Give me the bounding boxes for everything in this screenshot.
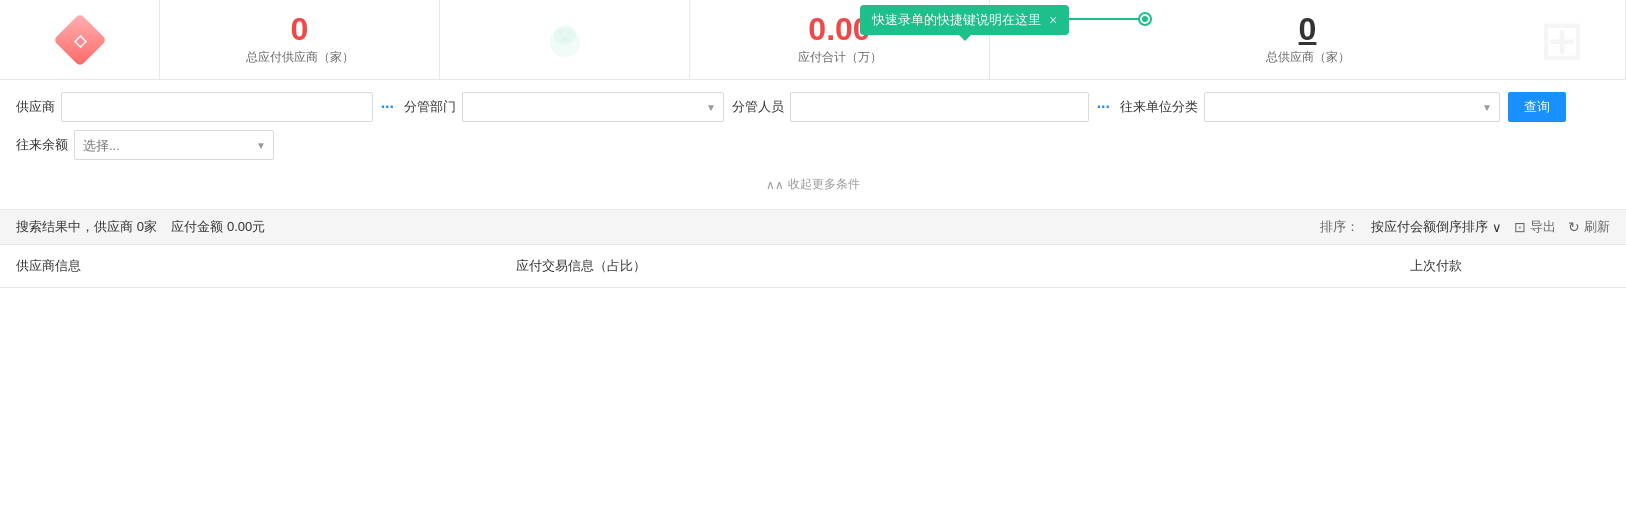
svg-point-4 xyxy=(561,36,569,41)
results-actions: 排序： 按应付会额倒序排序 ∨ ⊡ 导出 ↻ 刷新 xyxy=(1320,218,1610,236)
sort-arrow-icon: ∨ xyxy=(1492,220,1502,235)
col-header-supplier-info: 供应商信息 xyxy=(16,257,516,275)
table-body xyxy=(0,288,1626,515)
filter-row-1: 供应商 ··· 分管部门 ▼ 分管人员 ··· 往来单位分类 ▼ xyxy=(16,92,1610,122)
tooltip-close-btn[interactable]: × xyxy=(1049,12,1057,28)
tooltip-bubble: 快速录单的快捷键说明在这里 × xyxy=(860,5,1069,35)
collapse-btn[interactable]: ∧∧ 收起更多条件 xyxy=(750,172,876,197)
query-button[interactable]: 查询 xyxy=(1508,92,1566,122)
sort-select[interactable]: 按应付会额倒序排序 ∨ xyxy=(1371,218,1502,236)
unit-category-select-wrapper: ▼ xyxy=(1204,92,1500,122)
results-supplier-count: 0家 xyxy=(137,219,157,234)
collapse-label: 收起更多条件 xyxy=(788,176,860,193)
unit-category-label: 往来单位分类 xyxy=(1120,98,1198,116)
supplier-dots[interactable]: ··· xyxy=(379,98,396,116)
results-summary: 搜索结果中，供应商 0家 应付金额 0.00元 xyxy=(16,218,265,236)
export-label: 导出 xyxy=(1530,218,1556,236)
col-header-last-payment: 上次付款 xyxy=(1410,257,1610,275)
stat-total-payable-suppliers: 0 总应付供应商（家） xyxy=(160,0,440,79)
total-payable-suppliers-label: 总应付供应商（家） xyxy=(246,49,354,66)
brand-icon-area: ◇ xyxy=(0,0,160,79)
filter-row-2: 往来余额 ▼ xyxy=(16,130,1610,160)
results-amount-value: 0.00元 xyxy=(227,219,265,234)
person-input[interactable] xyxy=(790,92,1089,122)
stat-total-suppliers: ⊞ 0 总供应商（家） xyxy=(990,0,1626,79)
balance-label: 往来余额 xyxy=(16,136,68,154)
collapse-up-icon: ∧∧ xyxy=(766,178,784,192)
balance-filter-group: 往来余额 ▼ xyxy=(16,130,336,160)
sort-label: 排序： xyxy=(1320,218,1359,236)
balance-input[interactable] xyxy=(74,130,274,160)
pig-icon xyxy=(540,15,590,65)
svg-point-6 xyxy=(565,38,567,40)
results-prefix: 搜索结果中，供应商 xyxy=(16,219,133,234)
tooltip-text: 快速录单的快捷键说明在这里 xyxy=(872,11,1041,29)
total-payable-suppliers-value: 0 xyxy=(291,13,309,45)
table-header: 供应商信息 应付交易信息（占比） 上次付款 xyxy=(0,245,1626,288)
supplier-label: 供应商 xyxy=(16,98,55,116)
stats-bar: ◇ 0 总应付供应商（家） 0.00 应付合计（万） ⊞ 0 总供应商（家） 快… xyxy=(0,0,1626,80)
person-filter-group: 分管人员 ··· xyxy=(732,92,1112,122)
filter-bar: 供应商 ··· 分管部门 ▼ 分管人员 ··· 往来单位分类 ▼ xyxy=(0,80,1626,210)
payable-total-label: 应付合计（万） xyxy=(798,49,882,66)
results-text: 搜索结果中，供应商 0家 应付金额 0.00元 xyxy=(16,218,265,236)
export-icon: ⊡ xyxy=(1514,219,1526,235)
balance-select-wrapper: ▼ xyxy=(74,130,274,160)
svg-point-5 xyxy=(563,38,565,40)
department-input[interactable] xyxy=(462,92,724,122)
refresh-label: 刷新 xyxy=(1584,218,1610,236)
department-filter-group: 分管部门 ▼ xyxy=(404,92,724,122)
supplier-input[interactable] xyxy=(61,92,373,122)
svg-point-2 xyxy=(558,30,562,34)
unit-category-input[interactable] xyxy=(1204,92,1500,122)
total-suppliers-value: 0 xyxy=(1299,13,1317,45)
collapse-row: ∧∧ 收起更多条件 xyxy=(16,168,1610,201)
pig-icon-area xyxy=(440,0,690,79)
col-header-transaction-info: 应付交易信息（占比） xyxy=(516,257,1410,275)
results-amount-label: 应付金额 xyxy=(171,219,223,234)
total-suppliers-label: 总供应商（家） xyxy=(1266,49,1350,66)
sort-value: 按应付会额倒序排序 xyxy=(1371,218,1488,236)
export-button[interactable]: ⊡ 导出 xyxy=(1514,218,1556,236)
person-label: 分管人员 xyxy=(732,98,784,116)
svg-point-3 xyxy=(568,30,572,34)
refresh-button[interactable]: ↻ 刷新 xyxy=(1568,218,1610,236)
supplier-filter-group: 供应商 ··· xyxy=(16,92,396,122)
refresh-icon: ↻ xyxy=(1568,219,1580,235)
person-dots[interactable]: ··· xyxy=(1095,98,1112,116)
unit-category-filter-group: 往来单位分类 ▼ xyxy=(1120,92,1500,122)
department-label: 分管部门 xyxy=(404,98,456,116)
department-select-wrapper: ▼ xyxy=(462,92,724,122)
results-bar: 搜索结果中，供应商 0家 应付金额 0.00元 排序： 按应付会额倒序排序 ∨ … xyxy=(0,210,1626,245)
tooltip-dot xyxy=(1140,14,1150,24)
